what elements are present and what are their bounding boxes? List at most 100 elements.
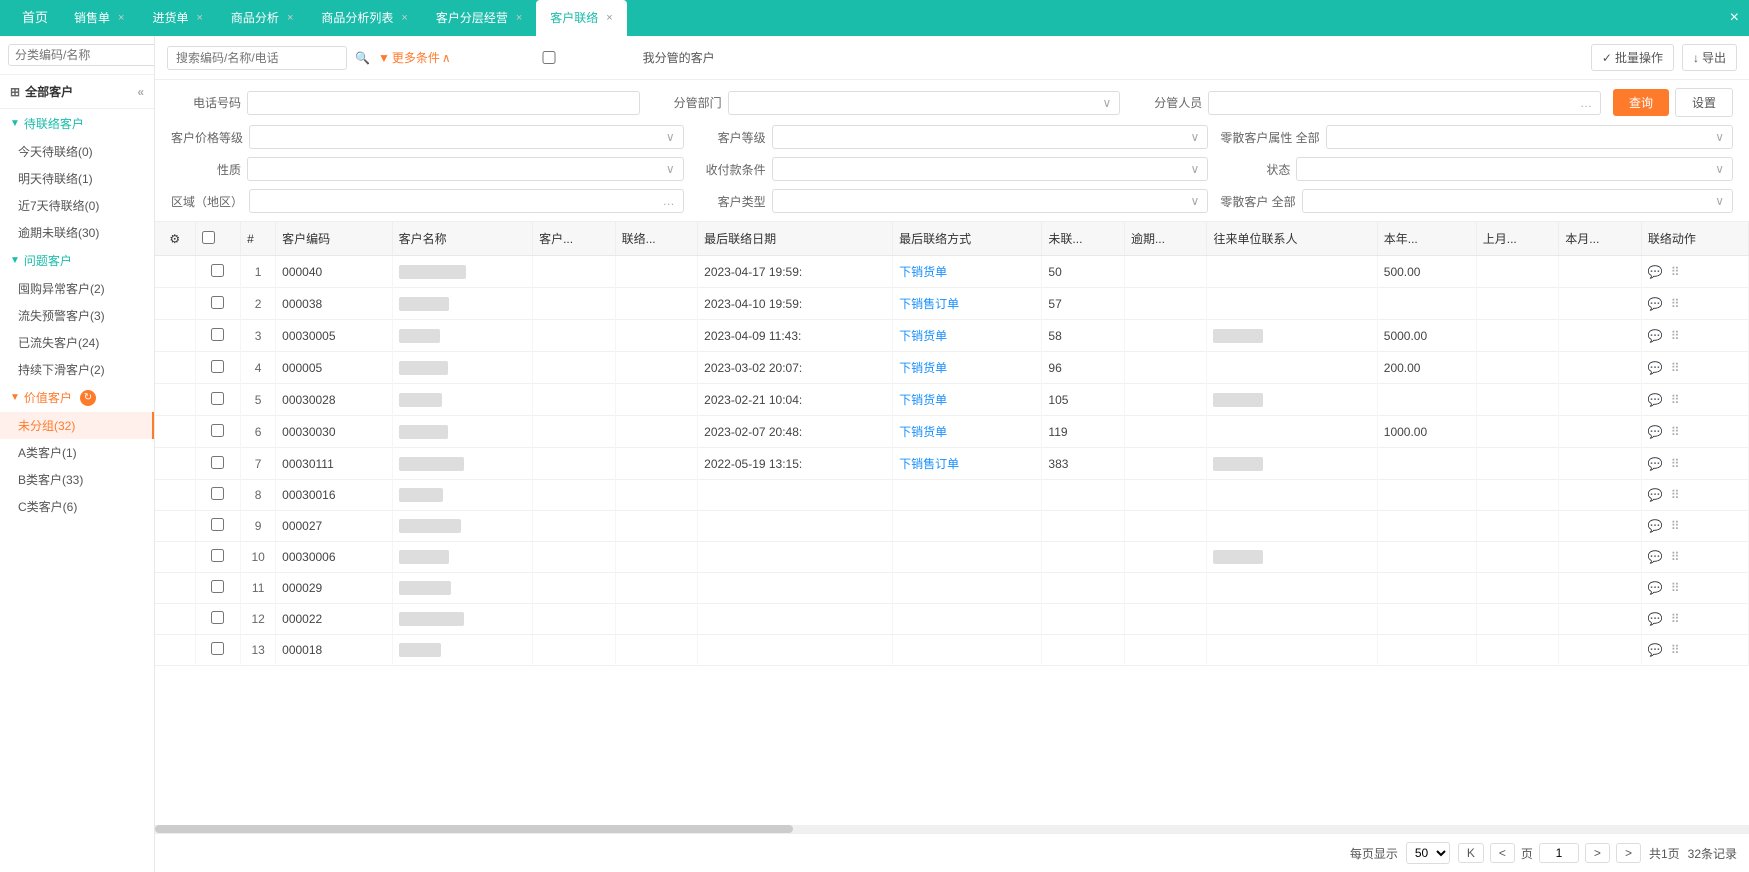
- nav-tab-customer-layer[interactable]: 客户分层经营 ×: [422, 0, 536, 36]
- nature-select[interactable]: ∨: [247, 157, 684, 181]
- select-all-checkbox[interactable]: [202, 231, 215, 244]
- row-checkbox[interactable]: [211, 360, 224, 373]
- person-select[interactable]: …: [1208, 91, 1601, 115]
- comment-icon[interactable]: 💬: [1648, 581, 1663, 595]
- grid-action-icon[interactable]: ⠿: [1671, 329, 1680, 343]
- comment-icon[interactable]: 💬: [1648, 612, 1663, 626]
- comment-icon[interactable]: 💬: [1648, 643, 1663, 657]
- payment-select[interactable]: ∨: [772, 157, 1209, 181]
- sidebar-all-customers[interactable]: ⊞ 全部客户 «: [0, 75, 154, 109]
- sidebar-item-tomorrow[interactable]: 明天待联络(1): [0, 165, 154, 192]
- contact-type-link[interactable]: 下销货单: [899, 329, 947, 343]
- customer-type-select[interactable]: ∨: [772, 189, 1209, 213]
- row-checkbox[interactable]: [211, 611, 224, 624]
- query-button[interactable]: 查询: [1613, 89, 1669, 116]
- prev-page-btn[interactable]: <: [1490, 843, 1515, 863]
- comment-icon[interactable]: 💬: [1648, 488, 1663, 502]
- price-level-select[interactable]: ∨: [249, 125, 684, 149]
- row-checkbox[interactable]: [211, 518, 224, 531]
- nav-tab-sales[interactable]: 销售单 ×: [60, 0, 138, 36]
- close-analysis-list-icon[interactable]: ×: [401, 0, 407, 36]
- comment-icon[interactable]: 💬: [1648, 329, 1663, 343]
- row-checkbox[interactable]: [211, 456, 224, 469]
- scrollbar-thumb[interactable]: [155, 825, 793, 833]
- per-page-select[interactable]: 50: [1406, 842, 1450, 864]
- row-checkbox[interactable]: [211, 580, 224, 593]
- contact-type-link[interactable]: 下销售订单: [899, 297, 959, 311]
- grid-action-icon[interactable]: ⠿: [1671, 581, 1680, 595]
- scatter-select[interactable]: ∨: [1302, 189, 1733, 213]
- row-checkbox[interactable]: [211, 549, 224, 562]
- sidebar-item-churned[interactable]: 已流失客户(24): [0, 329, 154, 356]
- comment-icon[interactable]: 💬: [1648, 519, 1663, 533]
- sidebar-item-churn-warning[interactable]: 流失预警客户(3): [0, 302, 154, 329]
- sidebar-item-today[interactable]: 今天待联络(0): [0, 138, 154, 165]
- my-customers-check[interactable]: [459, 51, 639, 64]
- row-checkbox[interactable]: [211, 328, 224, 341]
- contact-type-link[interactable]: 下销售订单: [899, 457, 959, 471]
- comment-icon[interactable]: 💬: [1648, 457, 1663, 471]
- nav-tab-purchase[interactable]: 进货单 ×: [138, 0, 216, 36]
- close-sales-icon[interactable]: ×: [118, 0, 124, 36]
- phone-input[interactable]: [247, 91, 640, 115]
- grid-action-icon[interactable]: ⠿: [1671, 612, 1680, 626]
- grid-action-icon[interactable]: ⠿: [1671, 265, 1680, 279]
- sidebar-item-7days[interactable]: 近7天待联络(0): [0, 192, 154, 219]
- row-checkbox[interactable]: [211, 487, 224, 500]
- sidebar-item-overdue[interactable]: 逾期未联络(30): [0, 219, 154, 246]
- horizontal-scrollbar[interactable]: [155, 825, 1749, 833]
- next-page-btn[interactable]: >: [1585, 843, 1610, 863]
- grid-action-icon[interactable]: ⠿: [1671, 519, 1680, 533]
- row-checkbox[interactable]: [211, 392, 224, 405]
- nav-tab-analysis[interactable]: 商品分析 ×: [217, 0, 307, 36]
- my-customers-checkbox[interactable]: 我分管的客户: [459, 49, 715, 66]
- comment-icon[interactable]: 💬: [1648, 361, 1663, 375]
- scatter-attr-select[interactable]: ∨: [1326, 125, 1733, 149]
- sidebar-item-ungroup[interactable]: 未分组(32): [0, 412, 154, 439]
- contact-type-link[interactable]: 下销货单: [899, 393, 947, 407]
- comment-icon[interactable]: 💬: [1648, 265, 1663, 279]
- sidebar-item-abnormal[interactable]: 囤购异常客户(2): [0, 275, 154, 302]
- sidebar-section-pending[interactable]: ▼ 待联络客户: [0, 109, 154, 138]
- comment-icon[interactable]: 💬: [1648, 297, 1663, 311]
- reset-button[interactable]: 设置: [1675, 88, 1733, 117]
- col-settings[interactable]: ⚙: [155, 222, 195, 256]
- sidebar-section-value[interactable]: ▼ 价值客户 ↻: [0, 383, 154, 412]
- sidebar-item-declining[interactable]: 持续下滑客户(2): [0, 356, 154, 383]
- sidebar-item-class-b[interactable]: B类客户(33): [0, 466, 154, 493]
- grid-action-icon[interactable]: ⠿: [1671, 393, 1680, 407]
- nav-home[interactable]: 首页: [10, 0, 60, 36]
- grid-action-icon[interactable]: ⠿: [1671, 361, 1680, 375]
- sidebar-item-class-c[interactable]: C类客户(6): [0, 493, 154, 520]
- grid-action-icon[interactable]: ⠿: [1671, 457, 1680, 471]
- row-checkbox[interactable]: [211, 642, 224, 655]
- nav-tab-analysis-list[interactable]: 商品分析列表 ×: [307, 0, 421, 36]
- close-customer-layer-icon[interactable]: ×: [516, 0, 522, 36]
- dept-select[interactable]: ∨: [728, 91, 1121, 115]
- comment-icon[interactable]: 💬: [1648, 393, 1663, 407]
- close-all-tabs[interactable]: ×: [1730, 9, 1739, 27]
- close-analysis-icon[interactable]: ×: [287, 0, 293, 36]
- refresh-icon[interactable]: ↻: [80, 390, 96, 406]
- close-customer-contact-icon[interactable]: ×: [606, 0, 612, 36]
- sidebar-item-class-a[interactable]: A类客户(1): [0, 439, 154, 466]
- more-conditions-btn[interactable]: ▼ 更多条件 ∧: [378, 49, 451, 66]
- search-input[interactable]: [167, 46, 347, 70]
- grid-action-icon[interactable]: ⠿: [1671, 425, 1680, 439]
- customer-level-select[interactable]: ∨: [772, 125, 1209, 149]
- sidebar-search-input[interactable]: [8, 44, 155, 66]
- status-select[interactable]: ∨: [1296, 157, 1733, 181]
- grid-action-icon[interactable]: ⠿: [1671, 550, 1680, 564]
- contact-type-link[interactable]: 下销货单: [899, 425, 947, 439]
- contact-type-link[interactable]: 下销货单: [899, 265, 947, 279]
- grid-action-icon[interactable]: ⠿: [1671, 488, 1680, 502]
- grid-action-icon[interactable]: ⠿: [1671, 297, 1680, 311]
- export-button[interactable]: ↓ 导出: [1682, 44, 1737, 71]
- nav-tab-customer-contact[interactable]: 客户联络 ×: [536, 0, 626, 36]
- batch-op-button[interactable]: ✓ 批量操作: [1591, 44, 1674, 71]
- region-select[interactable]: …: [249, 189, 684, 213]
- row-checkbox[interactable]: [211, 296, 224, 309]
- first-page-btn[interactable]: K: [1458, 843, 1484, 863]
- comment-icon[interactable]: 💬: [1648, 425, 1663, 439]
- row-checkbox[interactable]: [211, 264, 224, 277]
